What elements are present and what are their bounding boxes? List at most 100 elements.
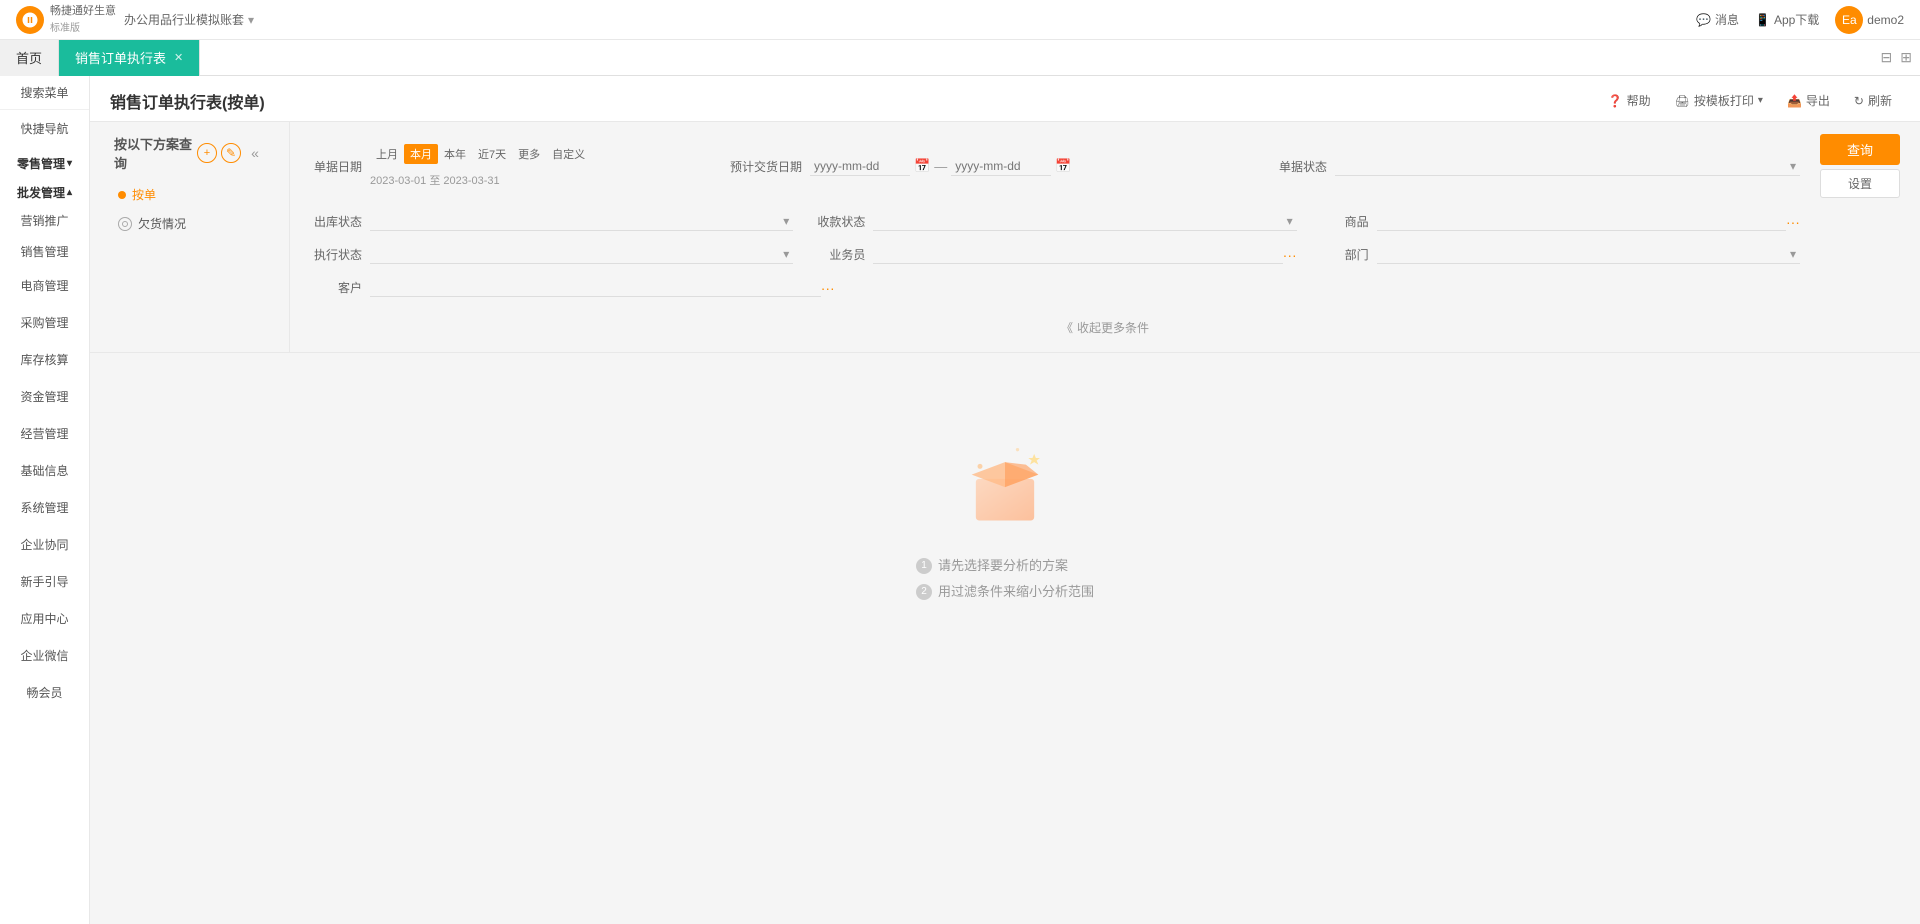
quick-nav-label: 快捷导航 (20, 122, 68, 136)
export-label: 导出 (1806, 92, 1830, 109)
breadcrumb-text: 办公用品行业模拟账套 (124, 11, 244, 28)
filter-field-status: 单据状态 ▾ (1275, 157, 1800, 176)
dept-select[interactable]: ▾ (1377, 245, 1800, 264)
empty-state: 1 请先选择要分析的方案 2 用过滤条件来缩小分析范围 (90, 353, 1920, 685)
payment-select[interactable]: ▾ (873, 212, 1296, 231)
sidebar-item-guide[interactable]: 新手引导 (0, 563, 89, 600)
breadcrumb-arrow[interactable]: ▾ (248, 13, 254, 27)
download-button[interactable]: 📱 App下载 (1755, 11, 1819, 28)
user-area[interactable]: Ea demo2 (1835, 6, 1904, 34)
settings-button[interactable]: 设置 (1820, 169, 1900, 198)
filter-field-customer: 客户 ··· (310, 278, 835, 297)
sidebar-item-wholesale[interactable]: 批发管理 ▴ (0, 176, 89, 205)
tab-sales-order[interactable]: 销售订单执行表 ✕ (59, 40, 200, 76)
customer-more-icon[interactable]: ··· (821, 280, 835, 296)
retail-arrow: ▾ (67, 158, 72, 169)
print-icon: 🖨 (1675, 94, 1690, 108)
customer-input[interactable] (370, 278, 821, 297)
edit-scheme-button[interactable]: ✎ (221, 143, 241, 163)
status-chevron-icon: ▾ (1790, 159, 1796, 173)
date-separator: — (934, 159, 947, 174)
date-range-input: 📅 — 📅 (810, 157, 1255, 176)
goods-label: 商品 (1317, 213, 1377, 230)
calendar-from-icon[interactable]: 📅 (914, 158, 930, 174)
date-tab-this-month[interactable]: 本月 (404, 144, 438, 164)
sidebar-item-system[interactable]: 系统管理 (0, 489, 89, 526)
print-button[interactable]: 🖨 按模板打印 ▾ (1667, 88, 1771, 113)
tab-close-icon[interactable]: ✕ (174, 51, 183, 64)
collapse-arrow-icon: 《 (1061, 319, 1073, 336)
sidebar-item-purchase[interactable]: 采购管理 (0, 304, 89, 341)
sidebar-item-wechat[interactable]: 企业微信 (0, 637, 89, 674)
date-tab-last-month[interactable]: 上月 (370, 144, 404, 164)
sidebar-item-marketing[interactable]: 营销推广 (0, 205, 89, 236)
message-button[interactable]: 💬 消息 (1696, 11, 1739, 28)
date-from-input[interactable] (810, 157, 910, 176)
date-tab-7days[interactable]: 近7天 (472, 144, 512, 164)
add-scheme-button[interactable]: + (197, 143, 217, 163)
payment-label: 收款状态 (813, 213, 873, 230)
date-to-input[interactable] (951, 157, 1051, 176)
payment-chevron-icon: ▾ (1287, 214, 1293, 228)
expected-date-label: 预计交货日期 (730, 158, 810, 175)
sidebar-item-ecommerce[interactable]: 电商管理 (0, 267, 89, 304)
status-select[interactable]: ▾ (1335, 157, 1800, 176)
collapse-button[interactable]: 《 收起更多条件 (1061, 319, 1149, 336)
calendar-to-icon[interactable]: 📅 (1055, 158, 1071, 174)
logo-icon (16, 6, 44, 34)
export-button[interactable]: 📤 导出 (1779, 88, 1838, 113)
filter-option-shortage[interactable]: 欠货情况 (102, 209, 277, 238)
sidebar-item-quick-nav[interactable]: 快捷导航 (0, 110, 89, 147)
tab-home[interactable]: 首页 (0, 40, 59, 76)
main-container: 搜索菜单 快捷导航 零售管理 ▾ 批发管理 ▴ 营销推广 销售管理 电商管理 采… (0, 76, 1920, 924)
username-label: demo2 (1867, 13, 1904, 27)
query-button[interactable]: 查询 (1820, 134, 1900, 165)
message-label: 消息 (1715, 11, 1739, 28)
sidebar-item-finance[interactable]: 资金管理 (0, 378, 89, 415)
maximize-icon[interactable]: ⊞ (1900, 49, 1912, 66)
filter-sidebar-header: 按以下方案查询 + ✎ « (102, 134, 277, 180)
sidebar-item-inventory[interactable]: 库存核算 (0, 341, 89, 378)
sidebar: 搜索菜单 快捷导航 零售管理 ▾ 批发管理 ▴ 营销推广 销售管理 电商管理 采… (0, 76, 90, 924)
tip-num-2: 2 (916, 584, 932, 600)
logo-sub: 标准版 (50, 19, 116, 34)
dept-chevron-icon: ▾ (1790, 247, 1796, 261)
salesperson-more-icon[interactable]: ··· (1283, 247, 1297, 263)
refresh-button[interactable]: ↻ 刷新 (1846, 88, 1900, 113)
sidebar-search[interactable]: 搜索菜单 (0, 76, 89, 110)
minimize-icon[interactable]: ⊟ (1881, 49, 1893, 66)
goods-more-icon[interactable]: ··· (1786, 214, 1800, 230)
salesperson-input[interactable] (873, 245, 1282, 264)
delivery-select[interactable]: ▾ (370, 212, 793, 231)
retail-label: 零售管理 (17, 155, 65, 172)
tab-actions: ⊟ ⊞ (1873, 49, 1920, 66)
marketing-label: 营销推广 (20, 214, 68, 228)
logo-text: 畅捷通好生意 (50, 5, 116, 18)
sidebar-item-sales[interactable]: 销售管理 (0, 236, 89, 267)
sidebar-item-collab[interactable]: 企业协同 (0, 526, 89, 563)
sidebar-item-app-center[interactable]: 应用中心 (0, 600, 89, 637)
sidebar-item-retail[interactable]: 零售管理 ▾ (0, 147, 89, 176)
date-range-display: 2023-03-01 至 2023-03-31 (370, 172, 710, 188)
sales-label: 销售管理 (20, 245, 68, 259)
execution-select[interactable]: ▾ (370, 245, 793, 264)
sidebar-item-member[interactable]: 畅会员 (0, 674, 89, 711)
filter-row-delivery: 出库状态 ▾ 收款状态 ▾ 商品 (310, 212, 1900, 231)
sidebar-item-operations[interactable]: 经营管理 (0, 415, 89, 452)
date-tab-custom[interactable]: 自定义 (546, 144, 591, 164)
filter-field-goods: 商品 ··· (1317, 212, 1800, 231)
help-button[interactable]: ❓ 帮助 (1600, 88, 1659, 113)
date-tab-more[interactable]: 更多 (512, 144, 546, 164)
execution-label: 执行状态 (310, 246, 370, 263)
logo-text-area: 畅捷通好生意 标准版 (50, 5, 116, 33)
collapse-sidebar-button[interactable]: « (245, 143, 265, 163)
date-tab-this-year[interactable]: 本年 (438, 144, 472, 164)
logo-area: 畅捷通好生意 标准版 (16, 5, 116, 33)
help-label: 帮助 (1627, 92, 1651, 109)
filter-option-by-order[interactable]: 按单 (102, 180, 277, 209)
tip-text-1: 请先选择要分析的方案 (938, 553, 1068, 579)
goods-input[interactable] (1377, 212, 1786, 231)
breadcrumb: 办公用品行业模拟账套 ▾ (124, 11, 254, 28)
search-label: 搜索菜单 (20, 86, 68, 100)
sidebar-item-basic-info[interactable]: 基础信息 (0, 452, 89, 489)
